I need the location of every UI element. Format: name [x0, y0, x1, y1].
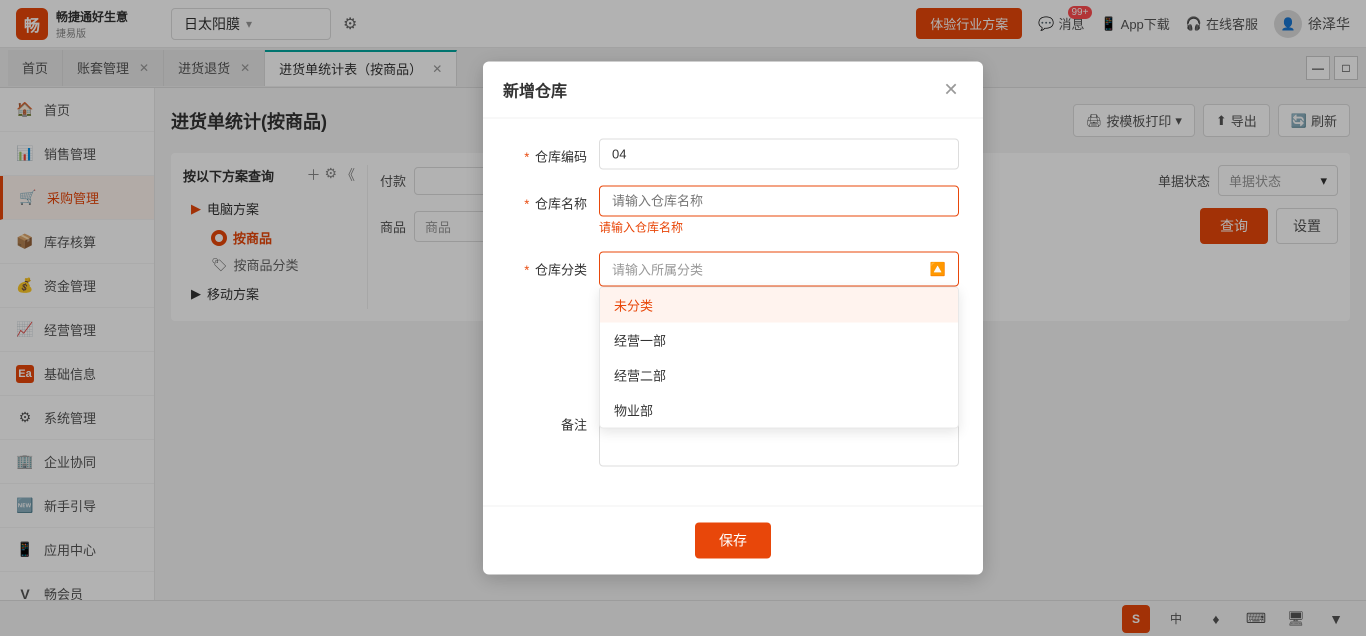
dropdown-item-uncategorized[interactable]: 未分类 [600, 288, 958, 323]
warehouse-modal: 新增仓库 ✕ * 仓库编码 * 仓库名称 请输入仓库名称 [483, 62, 983, 575]
form-control-name: 请输入仓库名称 [599, 186, 959, 236]
form-label-name: * 仓库名称 [507, 186, 587, 213]
form-label-code: * 仓库编码 [507, 139, 587, 166]
category-dropdown: 未分类 经营一部 经营二部 物业部 [599, 287, 959, 429]
form-row-category: * 仓库分类 请输入所属分类 🔼 未分类 经营一部 经营二部 物业部 [507, 252, 959, 287]
modal-body: * 仓库编码 * 仓库名称 请输入仓库名称 * 仓库分类 [483, 119, 983, 506]
save-button[interactable]: 保存 [695, 523, 771, 559]
form-row-code: * 仓库编码 [507, 139, 959, 170]
modal-close-button[interactable]: ✕ [939, 78, 963, 102]
modal-title: 新增仓库 [503, 78, 567, 102]
warehouse-name-input[interactable] [599, 186, 959, 217]
category-placeholder: 请输入所属分类 [612, 260, 703, 279]
form-label-category: * 仓库分类 [507, 252, 587, 279]
modal-footer: 保存 [483, 506, 983, 575]
category-chevron-icon: 🔼 [930, 261, 946, 277]
name-error-message: 请输入仓库名称 [599, 219, 959, 236]
form-control-code [599, 139, 959, 170]
dropdown-item-property[interactable]: 物业部 [600, 393, 958, 428]
warehouse-code-input[interactable] [599, 139, 959, 170]
form-row-name: * 仓库名称 请输入仓库名称 [507, 186, 959, 236]
dropdown-item-operation2[interactable]: 经营二部 [600, 358, 958, 393]
form-control-category: 请输入所属分类 🔼 未分类 经营一部 经营二部 物业部 [599, 252, 959, 287]
dropdown-item-operation1[interactable]: 经营一部 [600, 323, 958, 358]
form-label-remarks: 备注 [507, 407, 587, 434]
category-select[interactable]: 请输入所属分类 🔼 [599, 252, 959, 287]
modal-header: 新增仓库 ✕ [483, 62, 983, 119]
